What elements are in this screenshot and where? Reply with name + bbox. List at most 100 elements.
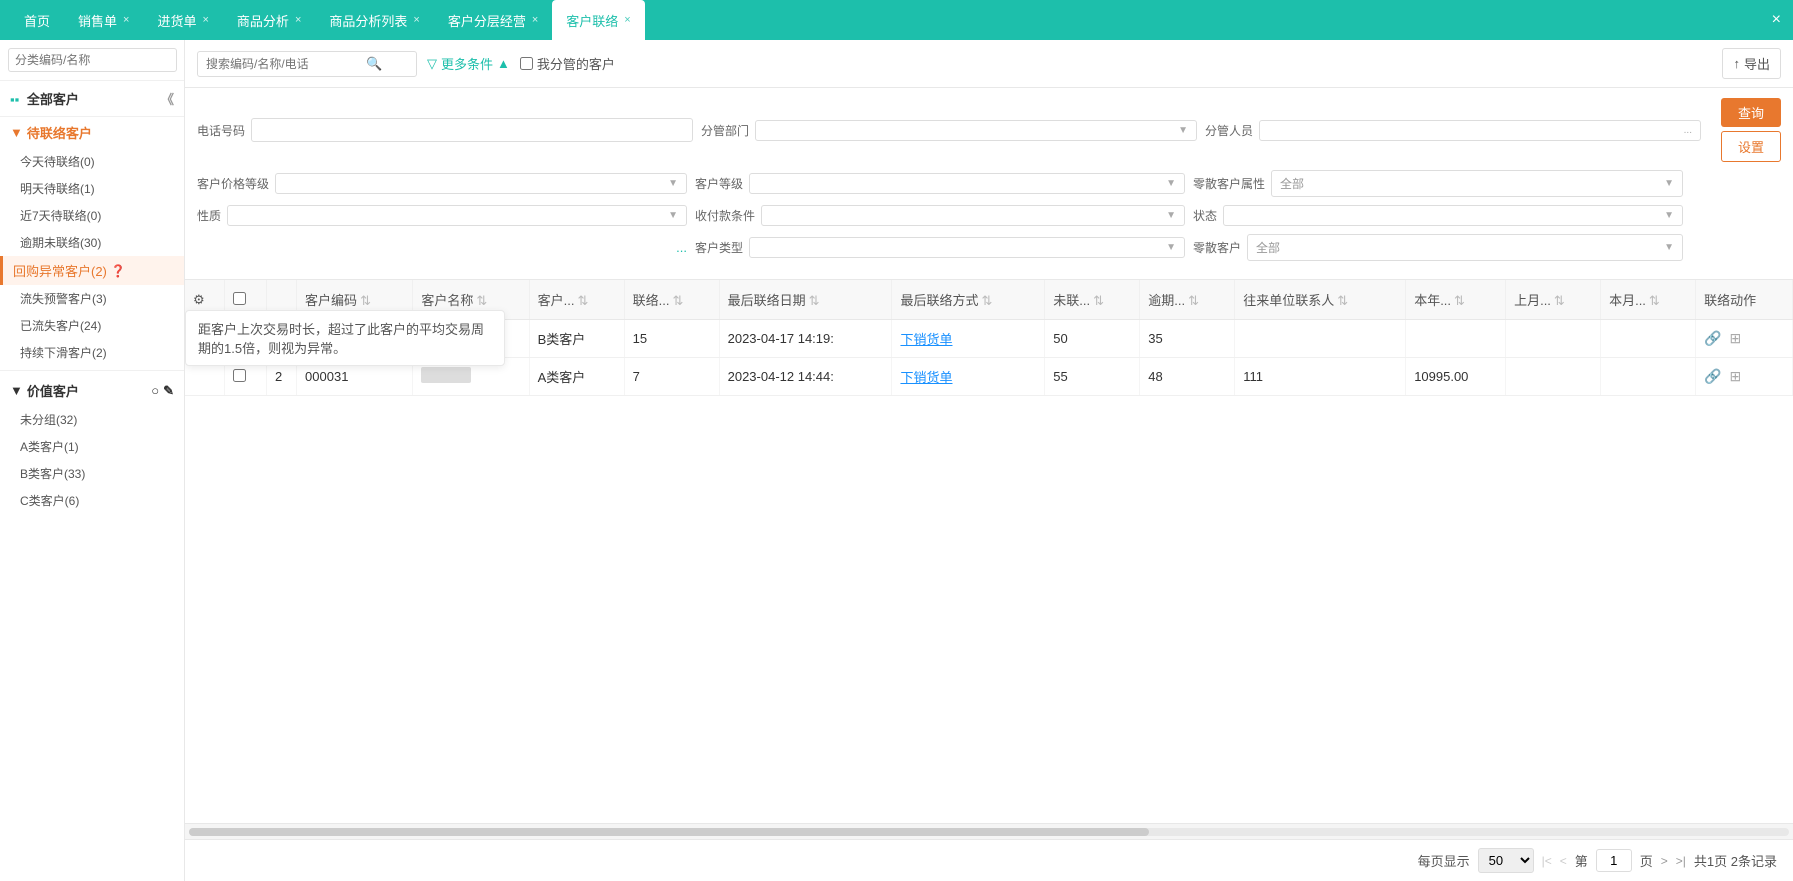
nav-product-analysis-list[interactable]: 商品分析列表 × bbox=[315, 0, 433, 40]
query-button[interactable]: 查询 bbox=[1721, 98, 1781, 127]
nav-sales-order-close[interactable]: × bbox=[123, 14, 129, 26]
sidebar-value-customers[interactable]: ▼ 价值客户 ○ ✎ bbox=[0, 375, 184, 406]
scroll-thumb[interactable] bbox=[189, 828, 1149, 836]
more-conditions-btn[interactable]: ▽ 更多条件 ▲ bbox=[427, 54, 510, 73]
prev-page-btn[interactable]: < bbox=[1560, 854, 1567, 868]
col-last-contact-date[interactable]: 最后联络日期⇅ bbox=[719, 280, 892, 320]
toolbar: 🔍 ▽ 更多条件 ▲ 我分管的客户 ↑ 导出 bbox=[185, 40, 1793, 88]
nav-sales-order[interactable]: 销售单 × bbox=[64, 0, 143, 40]
sidebar-search-input[interactable] bbox=[8, 48, 177, 72]
sort-this-year: ⇅ bbox=[1454, 293, 1465, 308]
value-customers-circle-icon[interactable]: ○ bbox=[151, 383, 159, 399]
filter-manager-select[interactable]: ... bbox=[1259, 120, 1701, 141]
filter-scattered-attr: 零散客户属性 全部 ▼ bbox=[1193, 170, 1683, 197]
last-contact-method-link-2[interactable]: 下销货单 bbox=[900, 370, 952, 385]
action-buttons: 查询 设置 bbox=[1721, 98, 1781, 162]
row-checkbox-2[interactable] bbox=[233, 369, 246, 382]
col-last-month[interactable]: 上月...⇅ bbox=[1506, 280, 1601, 320]
nav-customer-contact[interactable]: 客户联络 × bbox=[552, 0, 644, 40]
col-unit-contacts[interactable]: 往来单位联系人⇅ bbox=[1235, 280, 1406, 320]
nav-customer-contact-close[interactable]: × bbox=[624, 14, 630, 26]
my-customers-checkbox[interactable] bbox=[520, 57, 533, 70]
sidebar-item-overdue-contact[interactable]: 逾期未联络(30) bbox=[0, 229, 184, 256]
settings-button[interactable]: 设置 bbox=[1721, 131, 1781, 162]
sidebar-item-churn-warning[interactable]: 流失预警客户(3) bbox=[0, 285, 184, 312]
nav-home[interactable]: 首页 bbox=[10, 0, 64, 40]
cell-method-2[interactable]: 下销货单 bbox=[892, 358, 1045, 396]
filter-customer-type-label: 客户类型 bbox=[695, 239, 743, 256]
page-suffix: 页 bbox=[1640, 851, 1653, 870]
horizontal-scrollbar[interactable] bbox=[185, 823, 1793, 839]
last-page-btn[interactable]: >| bbox=[1676, 854, 1686, 868]
first-page-btn[interactable]: |< bbox=[1542, 854, 1552, 868]
last-contact-method-link-1[interactable]: 下销货单 bbox=[900, 332, 952, 347]
search-input[interactable] bbox=[206, 57, 366, 71]
cell-method-1[interactable]: 下销货单 bbox=[892, 320, 1045, 358]
nav-product-analysis-list-close[interactable]: × bbox=[413, 14, 419, 26]
nav-product-analysis[interactable]: 商品分析 × bbox=[223, 0, 315, 40]
per-page-select[interactable]: 50 100 bbox=[1478, 848, 1534, 873]
search-button-icon[interactable]: 🔍 bbox=[366, 56, 382, 72]
sort-unit-contacts: ⇅ bbox=[1337, 293, 1348, 308]
sidebar-item-declining[interactable]: 持续下滑客户(2) bbox=[0, 339, 184, 366]
pagination: 每页显示 50 100 |< < 第 1 页 > >| 共1页 2条记录 bbox=[185, 839, 1793, 881]
select-all-checkbox[interactable] bbox=[233, 292, 246, 305]
cell-type-2: A类客户 bbox=[529, 358, 624, 396]
filter-row-4: ... 客户类型 ▼ 零散客户 全部 ▼ bbox=[197, 234, 1781, 261]
filter-phone-input[interactable] bbox=[251, 118, 693, 142]
action-link-icon-1[interactable]: 🔗 bbox=[1704, 330, 1721, 347]
window-close-button[interactable]: × bbox=[1772, 11, 1781, 29]
export-button[interactable]: ↑ 导出 bbox=[1722, 48, 1781, 79]
sidebar-item-churned[interactable]: 已流失客户(24) bbox=[0, 312, 184, 339]
filter-scattered-customer-select[interactable]: 全部 ▼ bbox=[1247, 234, 1683, 261]
filter-price-grade-select[interactable]: ▼ bbox=[275, 173, 687, 194]
sidebar-item-today-contact[interactable]: 今天待联络(0) bbox=[0, 148, 184, 175]
customer-name-masked-2 bbox=[421, 367, 471, 383]
sidebar-item-class-b[interactable]: B类客户(33) bbox=[0, 460, 184, 487]
cell-this-month-2 bbox=[1601, 358, 1696, 396]
filter-nature-select[interactable]: ▼ bbox=[227, 205, 687, 226]
col-overdue[interactable]: 逾期...⇅ bbox=[1140, 280, 1235, 320]
sidebar-item-class-a[interactable]: A类客户(1) bbox=[0, 433, 184, 460]
nav-customer-segment[interactable]: 客户分层经营 × bbox=[434, 0, 552, 40]
filter-status: 状态 ▼ bbox=[1193, 205, 1683, 226]
action-grid-icon-1[interactable]: ⊞ bbox=[1730, 330, 1742, 347]
sidebar-item-7days-contact[interactable]: 近7天待联络(0) bbox=[0, 202, 184, 229]
sidebar-collapse-icon[interactable]: 《 bbox=[161, 89, 174, 108]
cell-last-month-1 bbox=[1506, 320, 1601, 358]
filter-customer-grade: 客户等级 ▼ bbox=[695, 173, 1185, 194]
nav-purchase-order[interactable]: 进货单 × bbox=[143, 0, 222, 40]
filter-payment: 收付款条件 ▼ bbox=[695, 205, 1185, 226]
action-link-icon-2[interactable]: 🔗 bbox=[1704, 368, 1721, 385]
sort-last-contact-method: ⇅ bbox=[981, 293, 992, 308]
filter-customer-grade-select[interactable]: ▼ bbox=[749, 173, 1185, 194]
col-contact[interactable]: 联络...⇅ bbox=[624, 280, 719, 320]
nav-customer-segment-close[interactable]: × bbox=[532, 14, 538, 26]
sidebar-item-repurchase-abnormal[interactable]: 回购异常客户(2) ❓ bbox=[0, 256, 184, 285]
filter-dept-arrow: ▼ bbox=[1178, 125, 1188, 136]
col-last-contact-method[interactable]: 最后联络方式⇅ bbox=[892, 280, 1045, 320]
filter-status-select[interactable]: ▼ bbox=[1223, 205, 1683, 226]
filter-dept-select[interactable]: ▼ bbox=[755, 120, 1197, 141]
sidebar-waiting-contact-title[interactable]: ▼ 待联络客户 bbox=[0, 117, 184, 148]
sidebar-item-ungrouped[interactable]: 未分组(32) bbox=[0, 406, 184, 433]
nav-purchase-order-close[interactable]: × bbox=[202, 14, 208, 26]
repurchase-help-icon[interactable]: ❓ bbox=[111, 264, 126, 278]
sidebar-all-customers[interactable]: ▪▪ 全部客户 《 bbox=[0, 81, 184, 117]
col-this-year[interactable]: 本年...⇅ bbox=[1406, 280, 1506, 320]
page-number-input[interactable]: 1 bbox=[1596, 849, 1632, 872]
next-page-btn[interactable]: > bbox=[1661, 854, 1668, 868]
col-this-month[interactable]: 本月...⇅ bbox=[1601, 280, 1696, 320]
col-not-contact[interactable]: 未联...⇅ bbox=[1045, 280, 1140, 320]
action-grid-icon-2[interactable]: ⊞ bbox=[1730, 368, 1742, 385]
sidebar-item-tomorrow-contact[interactable]: 明天待联络(1) bbox=[0, 175, 184, 202]
value-customers-edit-icon[interactable]: ✎ bbox=[163, 383, 174, 399]
sidebar-item-class-c[interactable]: C类客户(6) bbox=[0, 487, 184, 514]
filter-dots-btn[interactable]: ... bbox=[676, 240, 687, 255]
filter-scattered-attr-select[interactable]: 全部 ▼ bbox=[1271, 170, 1683, 197]
filter-customer-type-select[interactable]: ▼ bbox=[749, 237, 1185, 258]
filter-payment-select[interactable]: ▼ bbox=[761, 205, 1185, 226]
scroll-track[interactable] bbox=[189, 828, 1789, 836]
nav-product-analysis-close[interactable]: × bbox=[295, 14, 301, 26]
col-customer-type[interactable]: 客户...⇅ bbox=[529, 280, 624, 320]
